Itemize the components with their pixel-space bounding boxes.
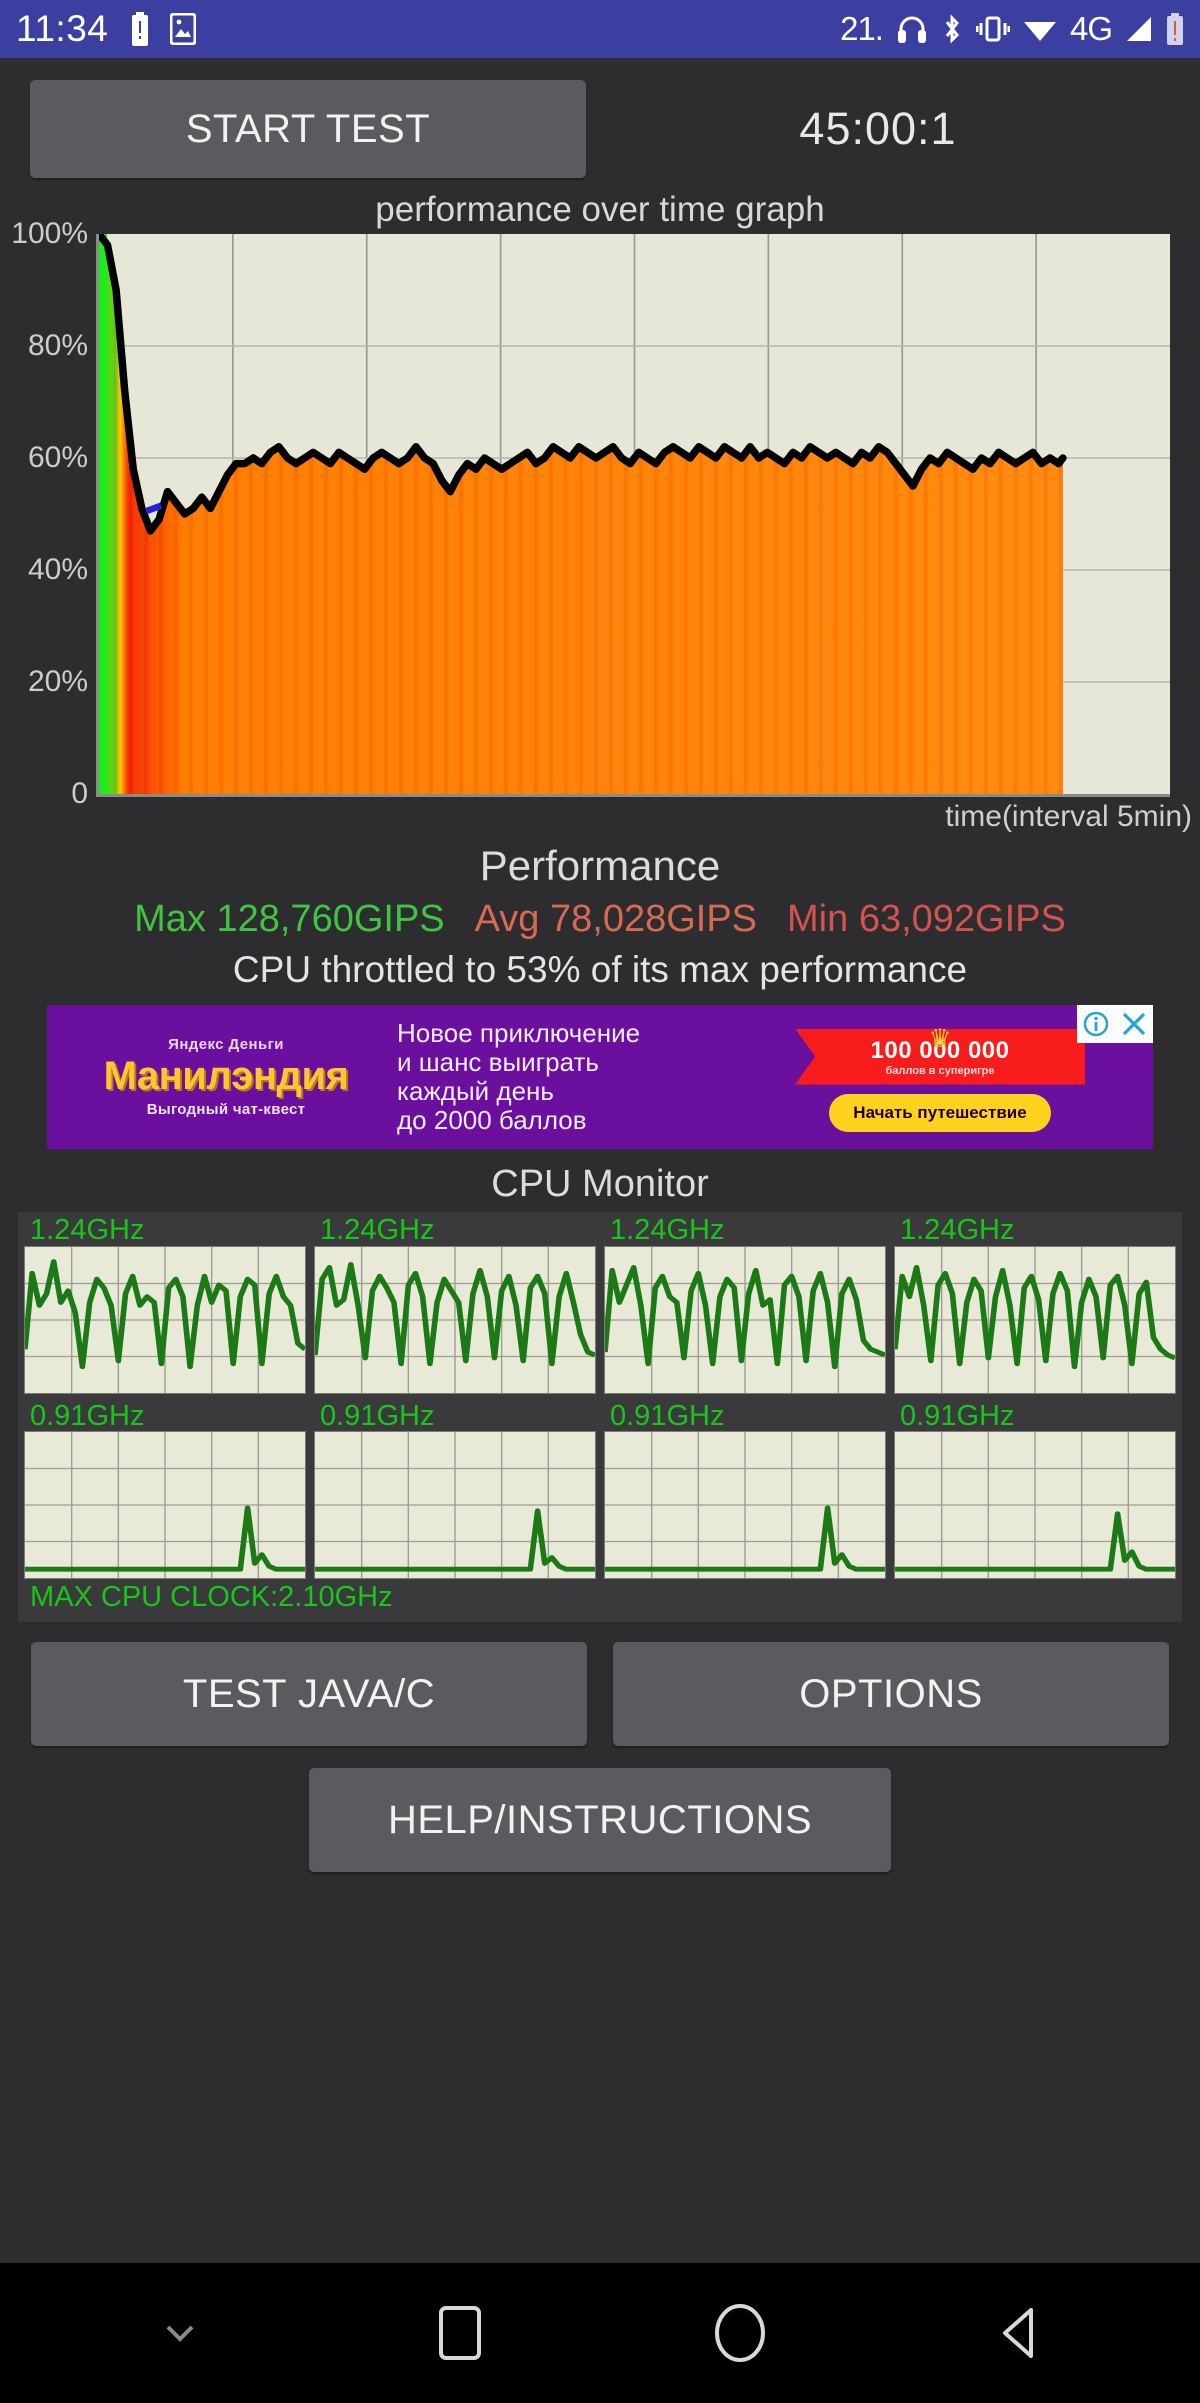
- cpu-core-svg: [315, 1246, 595, 1393]
- cpu-core-frequency: 1.24GHz: [900, 1214, 1015, 1246]
- ad-close-icon[interactable]: [1115, 1005, 1153, 1043]
- cpu-core-graph: [604, 1245, 886, 1394]
- phone-screen: 11:34 21. 4G START TEST 45:00:1 performa…: [0, 0, 1200, 2403]
- ad-body-text: Новое приключение и шанс выиграть каждый…: [397, 1017, 641, 1136]
- cpu-core-cell: 1.24GHz: [894, 1214, 1176, 1394]
- cpu-core-cell: 0.91GHz: [894, 1399, 1176, 1580]
- perf-max: Max 128,760GIPS: [134, 898, 445, 940]
- chart-y-axis: 100% 80% 60% 40% 20% 0: [0, 217, 96, 810]
- chart-y-tick: 80%: [27, 329, 88, 362]
- bluetooth-icon: [941, 13, 963, 45]
- performance-heading: Performance: [479, 842, 721, 889]
- chart-y-tick: 100%: [11, 217, 88, 250]
- ad-logo-block: Яндекс Деньги Манилэндия Выгодный чат-кв…: [47, 1036, 391, 1118]
- ad-badges: [1077, 1005, 1153, 1043]
- crown-icon: ♛: [928, 1022, 952, 1053]
- test-java-c-button[interactable]: TEST JAVA/C: [31, 1642, 587, 1747]
- status-right-icons: 21. 4G: [840, 10, 1184, 48]
- status-time: 11:34: [16, 8, 109, 49]
- status-temperature: 21.: [840, 10, 884, 47]
- chart-plot-area: [96, 234, 1170, 797]
- chart-y-tick: 60%: [27, 441, 88, 474]
- test-timer: 45:00:1: [799, 103, 957, 154]
- hide-keyboard-button[interactable]: [105, 2283, 255, 2383]
- chart-x-axis-label: time(interval 5min): [945, 800, 1192, 833]
- cpu-monitor-panel: 1.24GHz 1.24GHz 1.24GHz 1.24GHz 0.91GHz 0.91G…: [18, 1212, 1182, 1623]
- ad-subtitle: Выгодный чат-квест: [146, 1101, 306, 1118]
- cpu-core-frequency: 1.24GHz: [320, 1214, 435, 1246]
- action-button-row: TEST JAVA/C OPTIONS: [0, 1642, 1200, 1747]
- chart-y-tick: 20%: [27, 665, 88, 698]
- recents-button[interactable]: [385, 2283, 535, 2383]
- app-content: START TEST 45:00:1 performance over time…: [0, 58, 1200, 2263]
- back-button[interactable]: [945, 2283, 1095, 2383]
- cpu-core-graph: [24, 1245, 306, 1394]
- screenshot-icon: [170, 13, 197, 45]
- ad-brand: Яндекс Деньги: [168, 1036, 284, 1053]
- cpu-core-frequency: 1.24GHz: [610, 1214, 725, 1246]
- options-button[interactable]: OPTIONS: [613, 1642, 1169, 1747]
- ad-prize-caption: баллов в суперигре: [885, 1064, 995, 1077]
- vibrate-icon: [975, 14, 1010, 44]
- home-button[interactable]: [665, 2283, 815, 2383]
- cpu-core-frequency: 1.24GHz: [30, 1214, 145, 1246]
- cpu-core-svg: [605, 1432, 885, 1579]
- cpu-core-cell: 0.91GHz: [24, 1399, 306, 1580]
- cpu-core-svg: [25, 1246, 305, 1393]
- cpu-core-graph: [894, 1245, 1176, 1394]
- start-test-button[interactable]: START TEST: [30, 80, 586, 178]
- help-button-row: HELP/INSTRUCTIONS: [0, 1768, 1200, 1873]
- cpu-core-cell: 0.91GHz: [314, 1399, 596, 1580]
- cpu-core-cell: 1.24GHz: [314, 1214, 596, 1394]
- chart-y-tick: 40%: [27, 553, 88, 586]
- cpu-core-svg: [895, 1432, 1175, 1579]
- ad-prize-ribbon: ♛ 100 000 000 баллов в суперигре: [795, 1028, 1085, 1085]
- cpu-core-graph: [604, 1431, 886, 1580]
- wifi-icon: [1023, 15, 1057, 43]
- cpu-core-frequency: 0.91GHz: [30, 1399, 145, 1432]
- battery-icon: [1166, 13, 1184, 45]
- headset-icon: [896, 13, 928, 45]
- cpu-core-svg: [605, 1246, 885, 1393]
- perf-avg: Avg 78,028GIPS: [474, 898, 758, 940]
- status-left-icons: [130, 12, 197, 46]
- signal-icon: [1125, 15, 1153, 43]
- cpu-core-cell: 0.91GHz: [604, 1399, 886, 1580]
- battery-alert-icon: [130, 12, 150, 46]
- ad-logo: Манилэндия: [103, 1054, 349, 1098]
- ad-cta-button[interactable]: Начать путешествие: [829, 1093, 1051, 1132]
- cpu-core-graph: [314, 1245, 596, 1394]
- chart-y-tick: 0: [71, 777, 88, 810]
- cpu-core-svg: [315, 1432, 595, 1579]
- cpu-core-cell: 1.24GHz: [604, 1214, 886, 1394]
- android-nav-bar: [0, 2263, 1200, 2403]
- cpu-core-graph: [24, 1431, 306, 1580]
- network-type-label: 4G: [1069, 10, 1113, 47]
- cpu-core-frequency: 0.91GHz: [320, 1399, 435, 1432]
- performance-chart: 100% 80% 60% 40% 20% 0: [0, 217, 1170, 810]
- throttle-status: CPU throttled to 53% of its max performa…: [232, 949, 968, 990]
- perf-min: Min 63,092GIPS: [787, 898, 1066, 940]
- cpu-core-grid: 1.24GHz 1.24GHz 1.24GHz 1.24GHz 0.91GHz 0.91G…: [24, 1214, 1176, 1580]
- cpu-core-frequency: 0.91GHz: [610, 1399, 725, 1432]
- cpu-core-cell: 1.24GHz: [24, 1214, 306, 1394]
- cpu-core-svg: [895, 1246, 1175, 1393]
- cpu-monitor-title: CPU Monitor: [491, 1163, 709, 1205]
- ad-info-icon[interactable]: [1077, 1005, 1115, 1043]
- help-instructions-button[interactable]: HELP/INSTRUCTIONS: [309, 1768, 891, 1873]
- cpu-core-graph: [894, 1431, 1176, 1580]
- cpu-core-frequency: 0.91GHz: [900, 1399, 1015, 1432]
- chart-svg: [99, 234, 1170, 794]
- ad-banner[interactable]: Яндекс Деньги Манилэндия Выгодный чат-кв…: [47, 1005, 1153, 1149]
- chart-title: performance over time graph: [375, 190, 825, 229]
- max-cpu-clock-label: MAX CPU CLOCK:2.10GHz: [30, 1581, 393, 1614]
- top-controls: START TEST 45:00:1: [0, 58, 1200, 184]
- cpu-core-graph: [314, 1431, 596, 1580]
- status-bar: 11:34 21. 4G: [0, 0, 1200, 58]
- cpu-core-svg: [25, 1432, 305, 1579]
- performance-stats: Max 128,760GIPS Avg 78,028GIPS Min 63,09…: [0, 898, 1200, 941]
